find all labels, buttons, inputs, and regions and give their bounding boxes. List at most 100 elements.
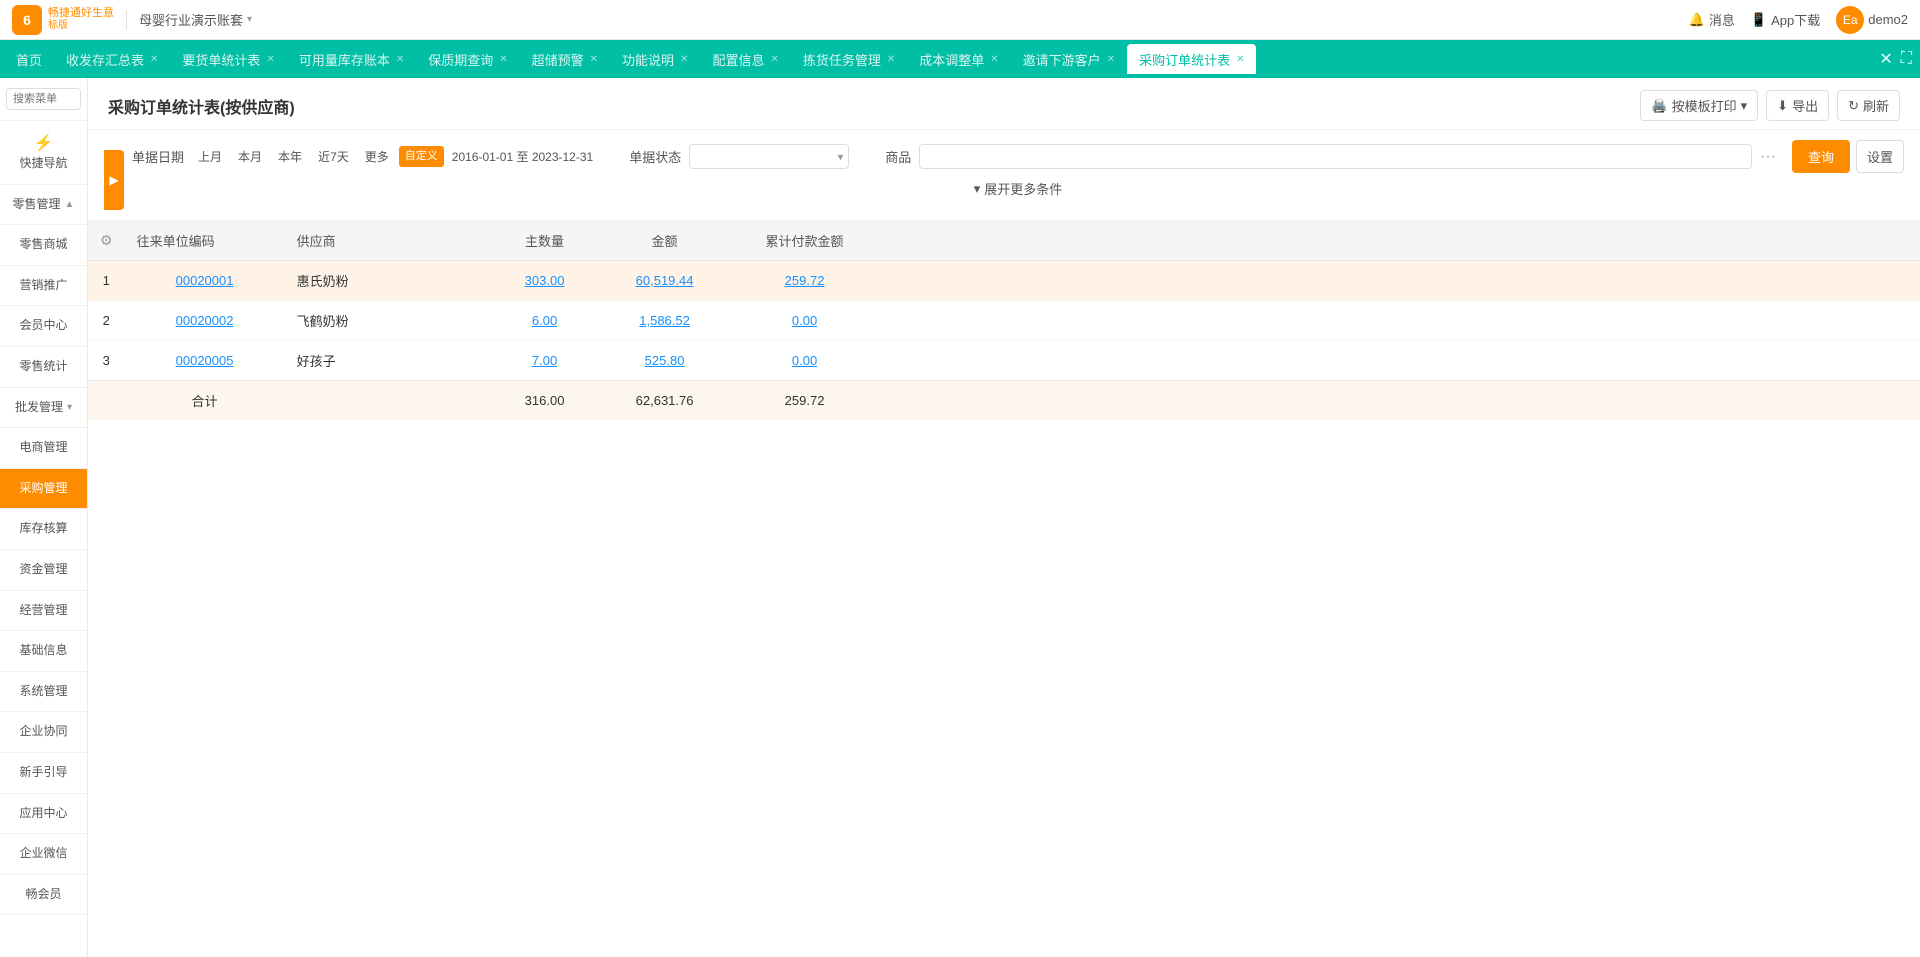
tab-config-info[interactable]: 配置信息 ✕ xyxy=(700,44,790,74)
table-settings-col[interactable]: ⚙ xyxy=(88,221,125,261)
goods-label: 商品 xyxy=(885,147,911,166)
export-button[interactable]: ⬇ 导出 xyxy=(1766,90,1829,121)
tab-warranty-query[interactable]: 保质期查询 ✕ xyxy=(416,44,519,74)
cell-main-qty[interactable]: 7.00 xyxy=(485,341,605,381)
tab-pick-task[interactable]: 拣货任务管理 ✕ xyxy=(791,44,907,74)
cell-amount[interactable]: 525.80 xyxy=(605,341,725,381)
shortcut-last-month[interactable]: 上月 xyxy=(192,146,228,167)
sidebar-item-appcenter[interactable]: 应用中心 xyxy=(0,794,87,835)
sidebar-item-finance[interactable]: 资金管理 xyxy=(0,550,87,591)
username-label: demo2 xyxy=(1868,12,1908,27)
maximize-button[interactable]: ⛶ xyxy=(1901,50,1912,68)
content-area: 采购订单统计表(按供应商) 🖨️ 按模板打印 ▾ ⬇ 导出 ↻ 刷新 xyxy=(88,78,1920,957)
goods-filter-group: 商品 ··· xyxy=(885,144,1776,169)
settings-button[interactable]: 设置 xyxy=(1856,140,1904,173)
status-select[interactable] xyxy=(689,144,849,169)
close-icon[interactable]: ✕ xyxy=(396,54,404,65)
sidebar-item-newguide[interactable]: 新手引导 xyxy=(0,753,87,794)
cell-amount[interactable]: 1,586.52 xyxy=(605,301,725,341)
sidebar: ⚡ 快捷导航 零售管理 ▲ 零售商城 营销推广 会员中心 零售统计 批发管理 ▾… xyxy=(0,78,88,957)
shortcut-7days[interactable]: 近7天 xyxy=(312,146,355,167)
sidebar-item-quick-nav[interactable]: ⚡ 快捷导航 xyxy=(0,121,87,185)
top-bar-right: 🔔 消息 📱 App下载 Ea demo2 xyxy=(1689,6,1908,34)
date-filter-group: 单据日期 上月 本月 本年 近7天 更多 自定义 2016-01-01 至 20… xyxy=(132,146,593,167)
tab-stock-ledger[interactable]: 可用量库存账本 ✕ xyxy=(287,44,416,74)
close-icon[interactable]: ✕ xyxy=(590,54,598,65)
top-bar-left: 6 畅捷通好生意 标版 母婴行业演示账套 ▾ xyxy=(12,5,252,35)
settings-icon[interactable]: ⚙ xyxy=(100,232,113,248)
search-input[interactable] xyxy=(6,88,81,110)
sidebar-item-retail-mall[interactable]: 零售商城 xyxy=(0,225,87,266)
sidebar-item-inventory[interactable]: 库存核算 xyxy=(0,509,87,550)
cell-paid[interactable]: 0.00 xyxy=(725,341,885,381)
refresh-button[interactable]: ↻ 刷新 xyxy=(1837,90,1900,121)
cell-amount[interactable]: 60,519.44 xyxy=(605,261,725,301)
tab-invite-downstream[interactable]: 邀请下游客户 ✕ xyxy=(1011,44,1127,74)
sidebar-item-basic[interactable]: 基础信息 xyxy=(0,631,87,672)
sidebar-search-area[interactable] xyxy=(0,78,87,121)
footer-amount: 62,631.76 xyxy=(605,381,725,421)
tab-cost-adjust[interactable]: 成本调整单 ✕ xyxy=(907,44,1010,74)
close-icon[interactable]: ✕ xyxy=(1107,54,1115,65)
cell-unit-code[interactable]: 00020005 xyxy=(125,341,285,381)
logo-area: 6 畅捷通好生意 标版 xyxy=(12,5,114,35)
message-button[interactable]: 🔔 消息 xyxy=(1689,10,1735,29)
tab-purchase-summary[interactable]: 要货单统计表 ✕ xyxy=(170,44,286,74)
sidebar-item-ecommerce[interactable]: 电商管理 xyxy=(0,428,87,469)
user-avatar-area[interactable]: Ea demo2 xyxy=(1836,6,1908,34)
shortcut-this-year[interactable]: 本年 xyxy=(272,146,308,167)
footer-empty3 xyxy=(885,381,1920,421)
sidebar-item-vip[interactable]: 畅会员 xyxy=(0,875,87,916)
workspace-selector[interactable]: 母婴行业演示账套 ▾ xyxy=(139,10,252,29)
sidebar-item-retail[interactable]: 零售管理 ▲ xyxy=(0,185,87,226)
close-icon[interactable]: ✕ xyxy=(680,54,688,65)
expand-more-button[interactable]: ▾ 展开更多条件 xyxy=(974,179,1063,198)
close-icon[interactable]: ✕ xyxy=(499,54,507,65)
tab-receive-summary[interactable]: 收发存汇总表 ✕ xyxy=(54,44,170,74)
close-icon[interactable]: ✕ xyxy=(150,54,158,65)
sidebar-item-enterprise[interactable]: 企业协同 xyxy=(0,712,87,753)
tab-overstock-warning[interactable]: 超储预警 ✕ xyxy=(520,44,610,74)
shortcut-more[interactable]: 更多 xyxy=(359,146,395,167)
close-tab-button[interactable]: ✕ xyxy=(1879,49,1892,69)
tab-home[interactable]: 首页 xyxy=(4,44,54,74)
tab-purchase-stat[interactable]: 采购订单统计表 ✕ xyxy=(1127,44,1256,74)
avatar: Ea xyxy=(1836,6,1864,34)
sidebar-item-system[interactable]: 系统管理 xyxy=(0,672,87,713)
top-bar: 6 畅捷通好生意 标版 母婴行业演示账套 ▾ 🔔 消息 📱 App下载 Ea d… xyxy=(0,0,1920,40)
filter-area: ▶ 单据日期 上月 本月 本年 近7天 更多 xyxy=(88,130,1920,221)
app-download-button[interactable]: 📱 App下载 xyxy=(1751,10,1820,29)
cell-unit-code[interactable]: 00020002 xyxy=(125,301,285,341)
table-footer-row: 合计 316.00 62,631.76 259.72 xyxy=(88,381,1920,421)
tab-feature-desc[interactable]: 功能说明 ✕ xyxy=(610,44,700,74)
more-options-icon[interactable]: ··· xyxy=(1760,148,1776,166)
close-icon[interactable]: ✕ xyxy=(770,54,778,65)
query-button[interactable]: 查询 xyxy=(1792,140,1850,173)
cell-unit-code[interactable]: 00020001 xyxy=(125,261,285,301)
sidebar-item-operation[interactable]: 经营管理 xyxy=(0,591,87,632)
sidebar-item-marketing[interactable]: 营销推广 xyxy=(0,266,87,307)
status-select-wrap xyxy=(689,144,849,169)
template-print-button[interactable]: 🖨️ 按模板打印 ▾ xyxy=(1640,90,1758,121)
close-icon[interactable]: ✕ xyxy=(266,54,274,65)
goods-input[interactable] xyxy=(919,144,1752,169)
date-label: 单据日期 xyxy=(132,147,184,166)
cell-paid[interactable]: 0.00 xyxy=(725,301,885,341)
cell-main-qty[interactable]: 303.00 xyxy=(485,261,605,301)
sidebar-item-corpwechat[interactable]: 企业微信 xyxy=(0,834,87,875)
toggle-filter-button[interactable]: ▶ xyxy=(104,150,124,210)
close-icon[interactable]: ✕ xyxy=(1236,54,1244,65)
col-supplier: 供应商 xyxy=(285,221,485,261)
shortcut-this-month[interactable]: 本月 xyxy=(232,146,268,167)
sidebar-item-wholesale[interactable]: 批发管理 ▾ xyxy=(0,388,87,429)
sidebar-item-purchase[interactable]: 采购管理 xyxy=(0,469,87,510)
phone-icon: 📱 xyxy=(1751,12,1767,28)
cell-main-qty[interactable]: 6.00 xyxy=(485,301,605,341)
close-icon[interactable]: ✕ xyxy=(990,54,998,65)
close-icon[interactable]: ✕ xyxy=(887,54,895,65)
sidebar-item-retail-stat[interactable]: 零售统计 xyxy=(0,347,87,388)
cell-paid[interactable]: 259.72 xyxy=(725,261,885,301)
printer-icon: 🖨️ xyxy=(1651,98,1667,114)
table-body: 1 00020001 惠氏奶粉 303.00 60,519.44 259.72 … xyxy=(88,261,1920,381)
sidebar-item-member[interactable]: 会员中心 xyxy=(0,306,87,347)
